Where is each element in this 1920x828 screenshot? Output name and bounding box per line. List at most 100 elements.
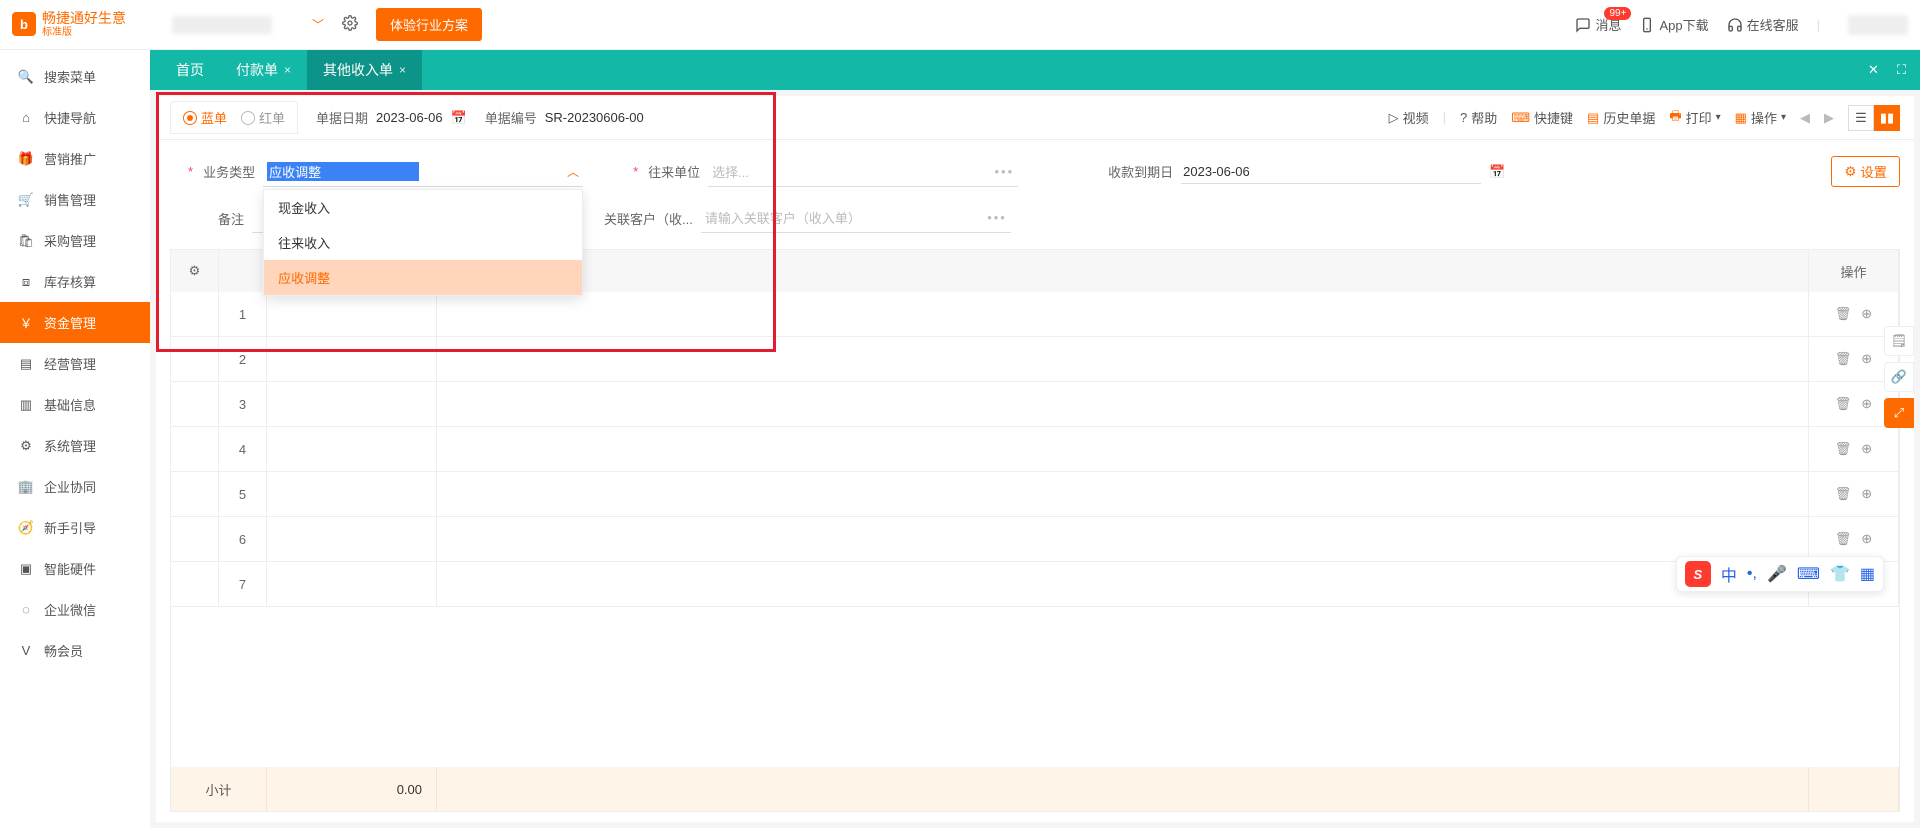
sidebar-item-system[interactable]: ⚙系统管理 bbox=[0, 425, 150, 466]
help-button[interactable]: ?帮助 bbox=[1460, 108, 1497, 127]
field-label: 单据日期 bbox=[316, 108, 368, 127]
trial-button[interactable]: 体验行业方案 bbox=[376, 8, 482, 41]
grid-header-blank bbox=[437, 250, 1809, 292]
partner-select[interactable]: 选择... ••• bbox=[708, 157, 1018, 187]
brand-logo[interactable]: b 畅捷通好生意 标准版 bbox=[12, 11, 152, 37]
grid-settings-button[interactable]: ⚙ bbox=[171, 250, 219, 292]
add-row-icon[interactable]: ⊕ bbox=[1861, 441, 1872, 457]
close-all-button[interactable]: ✕ bbox=[1864, 58, 1883, 82]
view-form-button[interactable]: ▮▮ bbox=[1874, 105, 1900, 131]
prev-button[interactable]: ◀ bbox=[1800, 110, 1810, 126]
dropdown-option[interactable]: 现金收入 bbox=[264, 190, 582, 225]
messages-button[interactable]: 消息 99+ bbox=[1575, 15, 1621, 34]
table-row[interactable]: 1🗑⊕ bbox=[171, 292, 1899, 337]
sidebar-item-wecom[interactable]: ◌企业微信 bbox=[0, 589, 150, 630]
user-avatar[interactable] bbox=[1848, 15, 1908, 35]
headset-icon bbox=[1727, 17, 1743, 33]
radio-blue[interactable]: 蓝单 bbox=[183, 108, 227, 127]
sidebar-item-search[interactable]: 🔍搜索菜单 bbox=[0, 56, 150, 97]
sidebar-item-label: 经营管理 bbox=[44, 354, 96, 373]
field-value: 2023-06-06 bbox=[376, 110, 443, 125]
sidebar: 🔍搜索菜单 ⌂快捷导航 🎁营销推广 🛒销售管理 🛍采购管理 ⧈库存核算 ￥资金管… bbox=[0, 50, 150, 828]
tab-payment[interactable]: 付款单× bbox=[220, 50, 307, 90]
add-row-icon[interactable]: ⊕ bbox=[1861, 396, 1872, 412]
table-row[interactable]: 2 🗑 ⊕ bbox=[171, 337, 1899, 382]
row-index: 4 bbox=[219, 427, 267, 471]
table-row[interactable]: 5 🗑 ⊕ bbox=[171, 472, 1899, 517]
biz-type-select[interactable]: 应收调整 ︿ bbox=[263, 157, 583, 187]
delete-row-icon[interactable]: 🗑 bbox=[1835, 396, 1852, 412]
more-icon[interactable]: ••• bbox=[995, 164, 1015, 179]
tab-other-income[interactable]: 其他收入单× bbox=[307, 50, 422, 90]
sidebar-item-guide[interactable]: 🧭新手引导 bbox=[0, 507, 150, 548]
notes-button[interactable]: 🗒 bbox=[1884, 326, 1914, 356]
sidebar-item-basic[interactable]: ▥基础信息 bbox=[0, 384, 150, 425]
close-icon[interactable]: × bbox=[284, 63, 291, 77]
sidebar-item-hardware[interactable]: ▣智能硬件 bbox=[0, 548, 150, 589]
row-index: 7 bbox=[219, 562, 267, 606]
row-index: 2 bbox=[219, 337, 267, 381]
ime-punct-icon[interactable]: •, bbox=[1747, 565, 1757, 583]
online-cs-button[interactable]: 在线客服 bbox=[1727, 15, 1799, 34]
ime-skin-icon[interactable]: 👕 bbox=[1830, 564, 1850, 584]
ime-grid-icon[interactable]: ▦ bbox=[1860, 564, 1875, 584]
add-row-icon[interactable]: ⊕ bbox=[1861, 531, 1872, 547]
ime-keyboard-icon[interactable]: ⌨ bbox=[1797, 564, 1820, 584]
ime-lang-toggle[interactable]: 中 bbox=[1721, 562, 1737, 586]
sidebar-item-funds[interactable]: ￥资金管理 bbox=[0, 302, 150, 343]
search-icon: 🔍 bbox=[18, 69, 34, 85]
ime-toolbar[interactable]: S 中 •, 🎤 ⌨ 👕 ▦ bbox=[1676, 556, 1884, 592]
dropdown-option[interactable]: 往来收入 bbox=[264, 225, 582, 260]
expand-button[interactable]: ⤢ bbox=[1884, 398, 1914, 428]
gear-icon[interactable] bbox=[342, 15, 358, 34]
close-icon[interactable]: × bbox=[399, 63, 406, 77]
video-button[interactable]: ▷视频 bbox=[1389, 108, 1429, 127]
delete-row-icon[interactable]: 🗑 bbox=[1835, 486, 1852, 502]
calendar-icon[interactable]: 📅 bbox=[451, 110, 467, 126]
sidebar-item-purchase[interactable]: 🛍采购管理 bbox=[0, 220, 150, 261]
settings-button[interactable]: ⚙设置 bbox=[1831, 156, 1900, 187]
fullscreen-button[interactable]: ⛶ bbox=[1893, 58, 1910, 82]
delete-row-icon[interactable]: 🗑 bbox=[1835, 351, 1852, 367]
ops-button[interactable]: ▦操作▾ bbox=[1735, 108, 1786, 127]
related-customer-field: 关联客户（收... 请输入关联客户（收入单） ••• bbox=[604, 203, 1011, 233]
more-icon[interactable]: ••• bbox=[987, 210, 1007, 225]
row-index: 5 bbox=[219, 472, 267, 516]
view-list-button[interactable]: ☰ bbox=[1848, 105, 1874, 131]
dropdown-option[interactable]: 应收调整 bbox=[264, 260, 582, 295]
sidebar-item-collab[interactable]: 🏢企业协同 bbox=[0, 466, 150, 507]
next-button[interactable]: ▶ bbox=[1824, 110, 1834, 126]
org-selector[interactable]: ﹀ bbox=[172, 16, 324, 34]
history-button[interactable]: ▤历史单据 bbox=[1587, 108, 1655, 127]
delete-row-icon[interactable]: 🗑 bbox=[1835, 531, 1852, 547]
table-row[interactable]: 4 🗑 ⊕ bbox=[171, 427, 1899, 472]
grid-header-ops: 操作 bbox=[1809, 250, 1899, 292]
delete-row-icon[interactable]: 🗑 bbox=[1835, 306, 1852, 322]
ime-mic-icon[interactable]: 🎤 bbox=[1767, 564, 1787, 584]
attachment-button[interactable]: 🔗 bbox=[1884, 362, 1914, 392]
sidebar-item-business[interactable]: ▤经营管理 bbox=[0, 343, 150, 384]
gear-icon: ⚙ bbox=[189, 263, 201, 279]
sidebar-item-marketing[interactable]: 🎁营销推广 bbox=[0, 138, 150, 179]
radio-red[interactable]: 红单 bbox=[241, 108, 285, 127]
sidebar-item-sales[interactable]: 🛒销售管理 bbox=[0, 179, 150, 220]
table-row[interactable]: 7🗑⊕ bbox=[171, 562, 1899, 607]
print-button[interactable]: 🖶打印▾ bbox=[1669, 107, 1720, 129]
table-row[interactable]: 3🗑⊕ bbox=[171, 382, 1899, 427]
chevron-down-icon: ﹀ bbox=[312, 16, 324, 33]
app-download-button[interactable]: App下载 bbox=[1639, 15, 1708, 34]
sidebar-item-quicknav[interactable]: ⌂快捷导航 bbox=[0, 97, 150, 138]
add-row-icon[interactable]: ⊕ bbox=[1861, 486, 1872, 502]
doc-date-field[interactable]: 单据日期 2023-06-06 📅 bbox=[316, 108, 467, 127]
table-row[interactable]: 6🗑⊕ bbox=[171, 517, 1899, 562]
due-date-input[interactable]: 2023-06-06 bbox=[1181, 160, 1481, 184]
sidebar-item-inventory[interactable]: ⧈库存核算 bbox=[0, 261, 150, 302]
related-customer-select[interactable]: 请输入关联客户（收入单） ••• bbox=[701, 203, 1011, 233]
calendar-icon[interactable]: 📅 bbox=[1489, 164, 1505, 180]
delete-row-icon[interactable]: 🗑 bbox=[1835, 441, 1852, 457]
add-row-icon[interactable]: ⊕ bbox=[1861, 306, 1872, 322]
add-row-icon[interactable]: ⊕ bbox=[1861, 351, 1872, 367]
sidebar-item-vip[interactable]: V畅会员 bbox=[0, 630, 150, 671]
shortcut-button[interactable]: ⌨快捷键 bbox=[1511, 108, 1573, 127]
tab-home[interactable]: 首页 bbox=[160, 50, 220, 90]
